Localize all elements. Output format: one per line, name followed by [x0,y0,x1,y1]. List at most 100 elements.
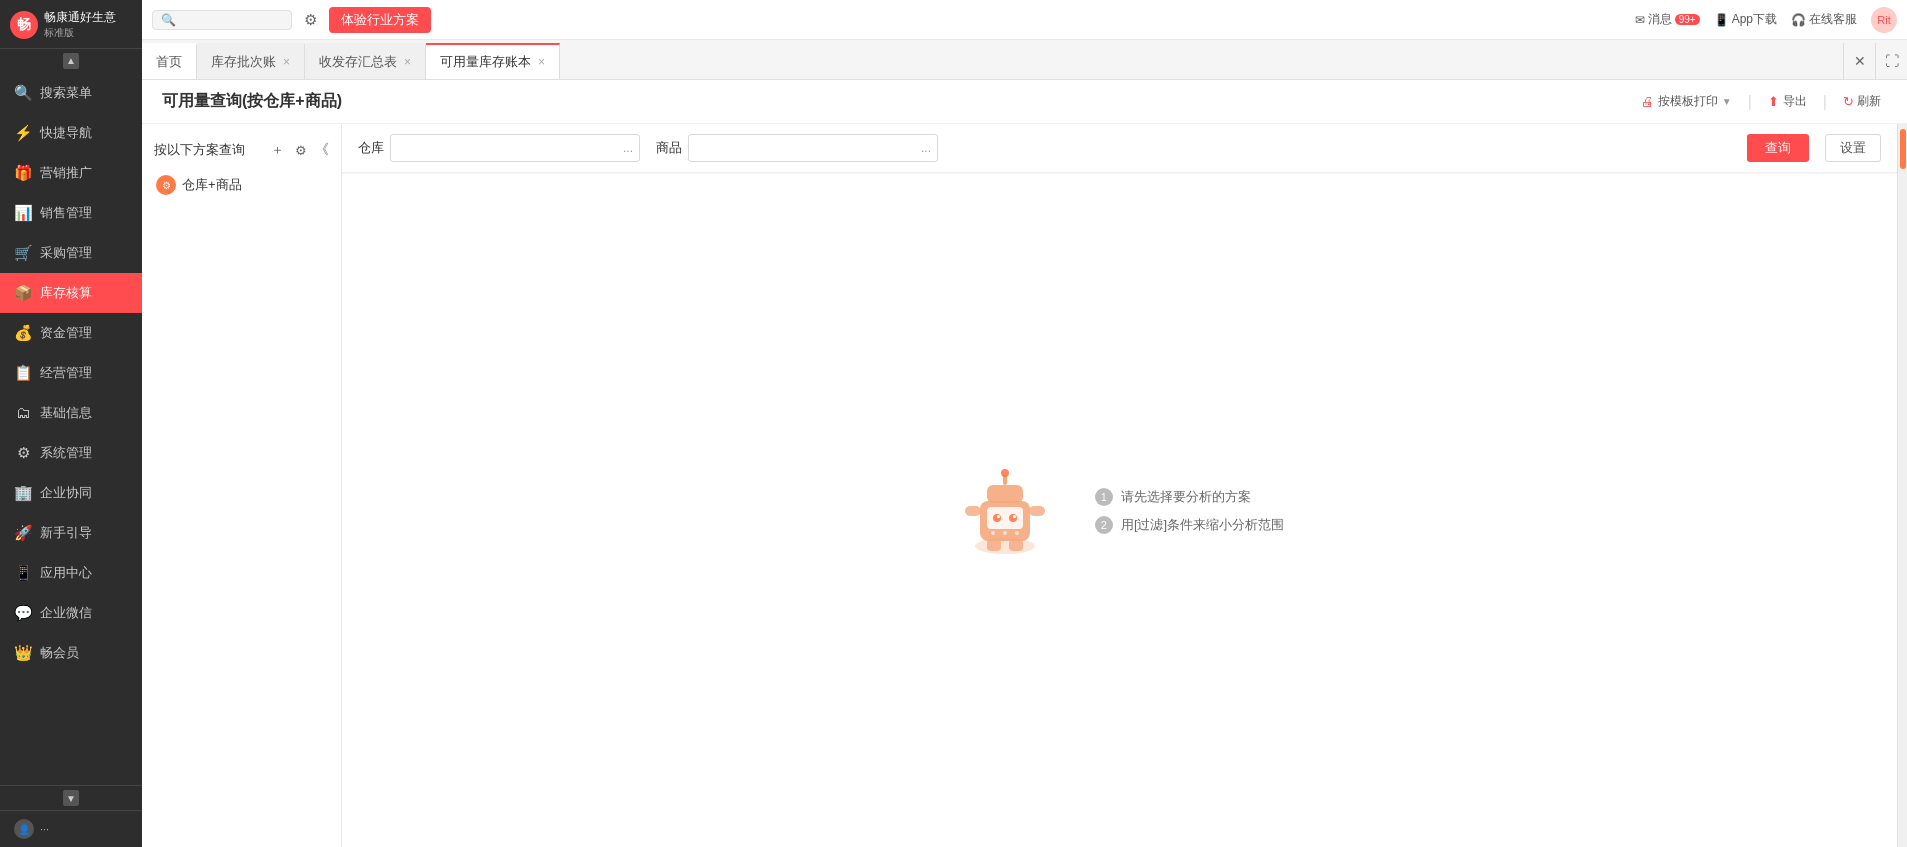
marketing-icon: 🎁 [14,164,32,182]
goods-label: 商品 [656,139,682,157]
svg-rect-11 [1029,506,1045,516]
warehouse-dots[interactable]: ... [623,141,633,155]
sidebar-item-label: 基础信息 [40,404,92,422]
filter-settings-button[interactable]: ⚙ [291,140,311,160]
tab-batch-account-label: 库存批次账 [211,53,276,71]
print-button[interactable]: 🖨 按模板打印 ▼ [1635,90,1738,113]
headset-icon: 🎧 [1791,13,1806,27]
svg-point-14 [991,531,995,535]
sidebar-item-finance[interactable]: 💰 资金管理 [0,313,142,353]
sidebar-item-appstore[interactable]: 📱 应用中心 [0,553,142,593]
message-icon: ✉ [1635,13,1645,27]
sidebar-item-wechat[interactable]: 💬 企业微信 [0,593,142,633]
warehouse-input[interactable]: ... [390,134,640,162]
svg-point-5 [997,515,1000,518]
user-avatar: Rit [1871,7,1897,33]
sidebar-item-label: 销售管理 [40,204,92,222]
page-header-actions: 🖨 按模板打印 ▼ | ⬆ 导出 | ↻ 刷新 [1635,90,1887,113]
search-input[interactable] [180,13,270,27]
tab-available-ledger-label: 可用量库存账本 [440,53,531,71]
tabs-end-buttons: ✕ ⛶ [1843,43,1907,79]
goods-input[interactable]: ... [688,134,938,162]
sidebar-item-sales[interactable]: 📊 销售管理 [0,193,142,233]
online-service-label: 在线客服 [1809,11,1857,28]
tab-available-ledger-close[interactable]: × [538,55,545,69]
filter-panel-header: 按以下方案查询 ＋ ⚙ 《 [142,136,341,168]
svg-rect-2 [987,507,1023,529]
sidebar: 畅 畅康通好生意 标准版 ▲ 🔍 搜索菜单 ⚡ 快捷导航 🎁 营销推广 📊 销售… [0,0,142,847]
sidebar-scroll-down[interactable]: ▼ [63,790,79,806]
empty-hint-2: 2 用[过滤]条件来缩小分析范围 [1095,516,1284,534]
tab-close-button[interactable]: ✕ [1843,43,1875,79]
topbar: 🔍 ⚙ 体验行业方案 ✉ 消息 99+ 📱 App下载 🎧 在线客服 Rit [142,0,1907,40]
empty-hints: 1 请先选择要分析的方案 2 用[过滤]条件来缩小分析范围 [1095,488,1284,534]
sidebar-item-shortcut[interactable]: ⚡ 快捷导航 [0,113,142,153]
sidebar-item-purchase[interactable]: 🛒 采购管理 [0,233,142,273]
filter-panel-title: 按以下方案查询 [154,141,245,159]
svg-point-16 [1015,531,1019,535]
tab-receive-summary[interactable]: 收发存汇总表 × [305,43,426,79]
refresh-button[interactable]: ↻ 刷新 [1837,90,1887,113]
main-content: 仓库 ... 商品 ... 查询 设置 [342,124,1897,847]
filter-collapse-button[interactable]: 《 [315,141,329,159]
sidebar-scroll-up[interactable]: ▲ [63,53,79,69]
empty-hint-1: 1 请先选择要分析的方案 [1095,488,1284,506]
refresh-icon: ↻ [1843,94,1854,109]
avatar-text: Rit [1877,14,1890,26]
sidebar-item-marketing[interactable]: 🎁 营销推广 [0,153,142,193]
search-box[interactable]: 🔍 [152,10,292,30]
empty-robot-illustration [955,461,1055,561]
sidebar-item-label: 搜索菜单 [40,84,92,102]
sidebar-item-vip[interactable]: 👑 畅会员 [0,633,142,673]
refresh-label: 刷新 [1857,93,1881,110]
sidebar-item-search[interactable]: 🔍 搜索菜单 [0,73,142,113]
logo-icon: 畅 [10,11,38,39]
filter-item-icon: ⚙ [156,175,176,195]
app-download-badge[interactable]: 📱 App下载 [1714,11,1777,28]
sidebar-item-system[interactable]: ⚙ 系统管理 [0,433,142,473]
divider2: | [1823,93,1827,111]
message-badge[interactable]: ✉ 消息 99+ [1635,11,1700,28]
export-button[interactable]: ⬆ 导出 [1762,90,1813,113]
setting-button[interactable]: 设置 [1825,134,1881,162]
gear-icon[interactable]: ⚙ [300,9,321,31]
phone-icon: 📱 [1714,13,1729,27]
tab-batch-account[interactable]: 库存批次账 × [197,43,305,79]
tab-home[interactable]: 首页 [142,43,197,79]
sidebar-item-label: 采购管理 [40,244,92,262]
sidebar-item-enterprise[interactable]: 🏢 企业协同 [0,473,142,513]
system-icon: ⚙ [14,444,32,462]
sidebar-item-newbie[interactable]: 🚀 新手引导 [0,513,142,553]
tab-batch-account-close[interactable]: × [283,55,290,69]
empty-content-row: 1 请先选择要分析的方案 2 用[过滤]条件来缩小分析范围 [955,461,1284,561]
sidebar-item-operations[interactable]: 📋 经营管理 [0,353,142,393]
sidebar-item-label: 库存核算 [40,284,92,302]
filter-add-button[interactable]: ＋ [267,140,287,160]
tab-receive-summary-close[interactable]: × [404,55,411,69]
search-icon: 🔍 [161,13,176,27]
online-service-badge[interactable]: 🎧 在线客服 [1791,11,1857,28]
shortcut-icon: ⚡ [14,124,32,142]
message-label: 消息 [1648,11,1672,28]
sidebar-item-basic[interactable]: 🗂 基础信息 [0,393,142,433]
industry-button[interactable]: 体验行业方案 [329,7,431,33]
sidebar-item-label: 系统管理 [40,444,92,462]
right-scrollbar[interactable] [1897,124,1907,847]
tab-expand-button[interactable]: ⛶ [1875,43,1907,79]
sidebar-item-inventory[interactable]: 📦 库存核算 [0,273,142,313]
right-scroll-thumb[interactable] [1900,129,1906,169]
sidebar-item-label: 企业微信 [40,604,92,622]
divider1: | [1748,93,1752,111]
sidebar-item-label: 企业协同 [40,484,92,502]
filter-item-warehouse-goods[interactable]: ⚙ 仓库+商品 [142,168,341,202]
goods-field: 商品 ... [656,134,938,162]
sales-icon: 📊 [14,204,32,222]
wechat-icon: 💬 [14,604,32,622]
svg-rect-13 [1009,539,1023,551]
tab-available-ledger[interactable]: 可用量库存账本 × [426,43,560,79]
export-icon: ⬆ [1768,94,1779,109]
sidebar-footer: 👤 ··· [0,810,142,847]
goods-dots[interactable]: ... [921,141,931,155]
query-button[interactable]: 查询 [1747,134,1809,162]
sidebar-item-label: 营销推广 [40,164,92,182]
